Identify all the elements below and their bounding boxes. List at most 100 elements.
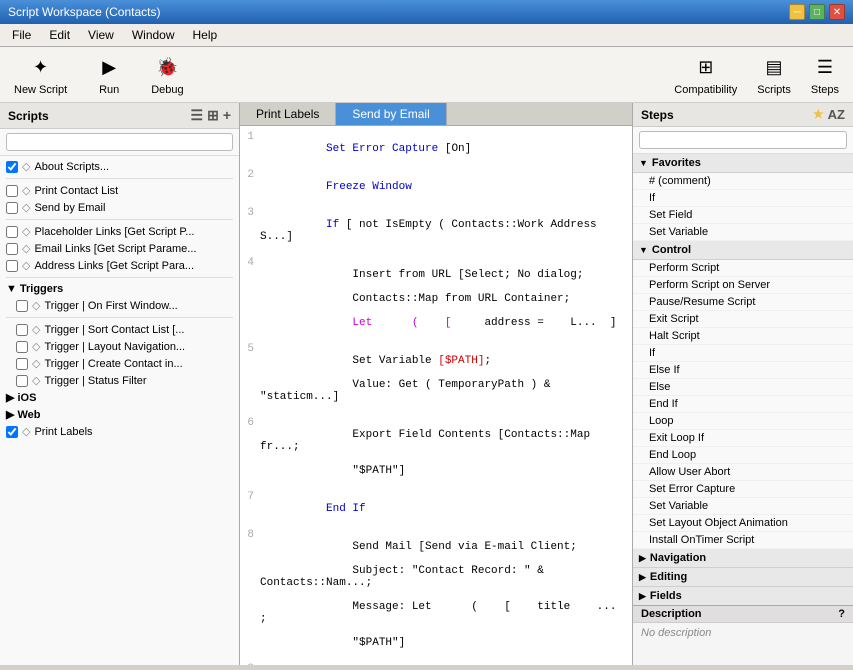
step-exit-script[interactable]: Exit Script (633, 311, 853, 328)
step-set-error-capture[interactable]: Set Error Capture (633, 481, 853, 498)
category-navigation[interactable]: ▶ Navigation (633, 549, 853, 568)
script-group-ios[interactable]: ▶ iOS (0, 389, 239, 406)
script-label-trigger-create-contact: Trigger | Create Contact in... (44, 358, 182, 370)
script-checkbox-address-links[interactable] (6, 260, 18, 272)
script-checkbox-about[interactable] (6, 161, 18, 173)
script-item-placeholder[interactable]: ◇ Placeholder Links [Get Script P... (0, 223, 239, 240)
steps-button[interactable]: ☰ Steps (805, 50, 845, 100)
scripts-button[interactable]: ▤ Scripts (751, 50, 797, 100)
script-checkbox-trigger-status[interactable] (16, 375, 28, 387)
step-if-fav[interactable]: If (633, 190, 853, 207)
script-group-arrow-triggers: ▼ (6, 283, 17, 295)
run-button[interactable]: ▶ Run (89, 50, 129, 100)
category-editing-arrow: ▶ (639, 572, 646, 583)
script-icon-email-links: ◇ (22, 242, 30, 255)
script-group-arrow-web: ▶ (6, 408, 14, 421)
steps-list: ▼ Favorites # (comment) If Set Field Set… (633, 154, 853, 605)
script-label-address-links: Address Links [Get Script Para... (34, 260, 194, 272)
debug-button[interactable]: 🐞 Debug (145, 50, 189, 100)
step-set-layout-object-animation[interactable]: Set Layout Object Animation (633, 515, 853, 532)
steps-icon: ☰ (811, 54, 839, 82)
step-end-loop[interactable]: End Loop (633, 447, 853, 464)
title-text: Script Workspace (Contacts) (8, 5, 161, 19)
script-item-address-links[interactable]: ◇ Address Links [Get Script Para... (0, 257, 239, 274)
step-perform-script-server[interactable]: Perform Script on Server (633, 277, 853, 294)
script-item-trigger-layout-nav[interactable]: ◇ Trigger | Layout Navigation... (0, 338, 239, 355)
step-set-variable-fav[interactable]: Set Variable (633, 224, 853, 241)
step-perform-script[interactable]: Perform Script (633, 260, 853, 277)
close-button[interactable]: ✕ (829, 4, 845, 20)
step-exit-loop-if[interactable]: Exit Loop If (633, 430, 853, 447)
description-panel: Description ? No description (633, 605, 853, 665)
script-label-trigger-layout-nav: Trigger | Layout Navigation... (44, 341, 185, 353)
script-icon-trigger-sort: ◇ (32, 323, 40, 336)
category-favorites[interactable]: ▼ Favorites (633, 154, 853, 173)
script-checkbox-email-links[interactable] (6, 243, 18, 255)
script-item-email-links[interactable]: ◇ Email Links [Get Script Parame... (0, 240, 239, 257)
minimize-button[interactable]: ─ (789, 4, 805, 20)
step-comment[interactable]: # (comment) (633, 173, 853, 190)
menu-item-file[interactable]: File (4, 26, 39, 44)
step-pause-resume-script[interactable]: Pause/Resume Script (633, 294, 853, 311)
step-end-if[interactable]: End If (633, 396, 853, 413)
code-line-6: 6 Export Field Contents [Contacts::Map f… (240, 416, 632, 490)
new-script-button[interactable]: ✦ New Script (8, 50, 73, 100)
maximize-button[interactable]: □ (809, 4, 825, 20)
step-allow-user-abort[interactable]: Allow User Abort (633, 464, 853, 481)
script-group-web[interactable]: ▶ Web (0, 406, 239, 423)
step-if[interactable]: If (633, 345, 853, 362)
script-item-send-email[interactable]: ◇ Send by Email (0, 199, 239, 216)
scripts-grid-icon[interactable]: ⊞ (207, 107, 219, 124)
category-fields-arrow: ▶ (639, 591, 646, 602)
main-container: Scripts ☰ ⊞ + ◇ About Scripts... ◇ Print… (0, 103, 853, 665)
code-editor[interactable]: 1 Set Error Capture [On] 2 Freeze Window… (240, 126, 632, 665)
script-checkbox-print-labels[interactable] (6, 426, 18, 438)
menu-item-view[interactable]: View (80, 26, 122, 44)
az-sort-icon[interactable]: AZ (828, 107, 845, 122)
help-icon[interactable]: ? (838, 608, 845, 620)
step-halt-script[interactable]: Halt Script (633, 328, 853, 345)
step-loop[interactable]: Loop (633, 413, 853, 430)
category-fields[interactable]: ▶ Fields (633, 587, 853, 605)
category-control[interactable]: ▼ Control (633, 241, 853, 260)
step-set-field[interactable]: Set Field (633, 207, 853, 224)
script-icon-about: ◇ (22, 160, 30, 173)
step-set-variable[interactable]: Set Variable (633, 498, 853, 515)
menu-item-window[interactable]: Window (124, 26, 183, 44)
script-checkbox-print-contact[interactable] (6, 185, 18, 197)
script-checkbox-send-email[interactable] (6, 202, 18, 214)
script-item-trigger-first-window[interactable]: ◇ Trigger | On First Window... (0, 297, 239, 314)
script-checkbox-trigger-first-window[interactable] (16, 300, 28, 312)
step-else-if[interactable]: Else If (633, 362, 853, 379)
scripts-list-icon[interactable]: ☰ (191, 107, 204, 124)
compatibility-button[interactable]: ⊞ Compatibility (668, 50, 743, 100)
script-item-trigger-status[interactable]: ◇ Trigger | Status Filter (0, 372, 239, 389)
script-item-about[interactable]: ◇ About Scripts... (0, 158, 239, 175)
script-checkbox-trigger-create-contact[interactable] (16, 358, 28, 370)
description-header: Description ? (633, 606, 853, 623)
script-checkbox-trigger-sort[interactable] (16, 324, 28, 336)
step-else[interactable]: Else (633, 379, 853, 396)
steps-search-input[interactable] (639, 131, 847, 149)
script-item-print-contact[interactable]: ◇ Print Contact List (0, 182, 239, 199)
line-number-8: 8 (240, 529, 260, 541)
script-item-print-labels[interactable]: ◇ Print Labels (0, 423, 239, 440)
tab-send-by-email[interactable]: Send by Email (336, 103, 446, 125)
menu-item-edit[interactable]: Edit (41, 26, 78, 44)
script-checkbox-trigger-layout-nav[interactable] (16, 341, 28, 353)
script-group-triggers[interactable]: ▼ Triggers (0, 281, 239, 297)
tab-print-labels[interactable]: Print Labels (240, 103, 336, 125)
star-icon[interactable]: ★ (813, 107, 824, 122)
script-icon-placeholder: ◇ (22, 225, 30, 238)
script-checkbox-placeholder[interactable] (6, 226, 18, 238)
code-line-4: 4 Insert from URL [Select; No dialog; Co… (240, 256, 632, 342)
line-content-6: Export Field Contents [Contacts::Map fr.… (260, 417, 632, 489)
category-editing[interactable]: ▶ Editing (633, 568, 853, 587)
step-install-ontimer[interactable]: Install OnTimer Script (633, 532, 853, 549)
script-item-trigger-sort[interactable]: ◇ Trigger | Sort Contact List [... (0, 321, 239, 338)
script-item-trigger-create-contact[interactable]: ◇ Trigger | Create Contact in... (0, 355, 239, 372)
menu-item-help[interactable]: Help (185, 26, 226, 44)
script-icon-print-contact: ◇ (22, 184, 30, 197)
scripts-search-input[interactable] (6, 133, 233, 151)
scripts-add-icon[interactable]: + (223, 107, 231, 124)
